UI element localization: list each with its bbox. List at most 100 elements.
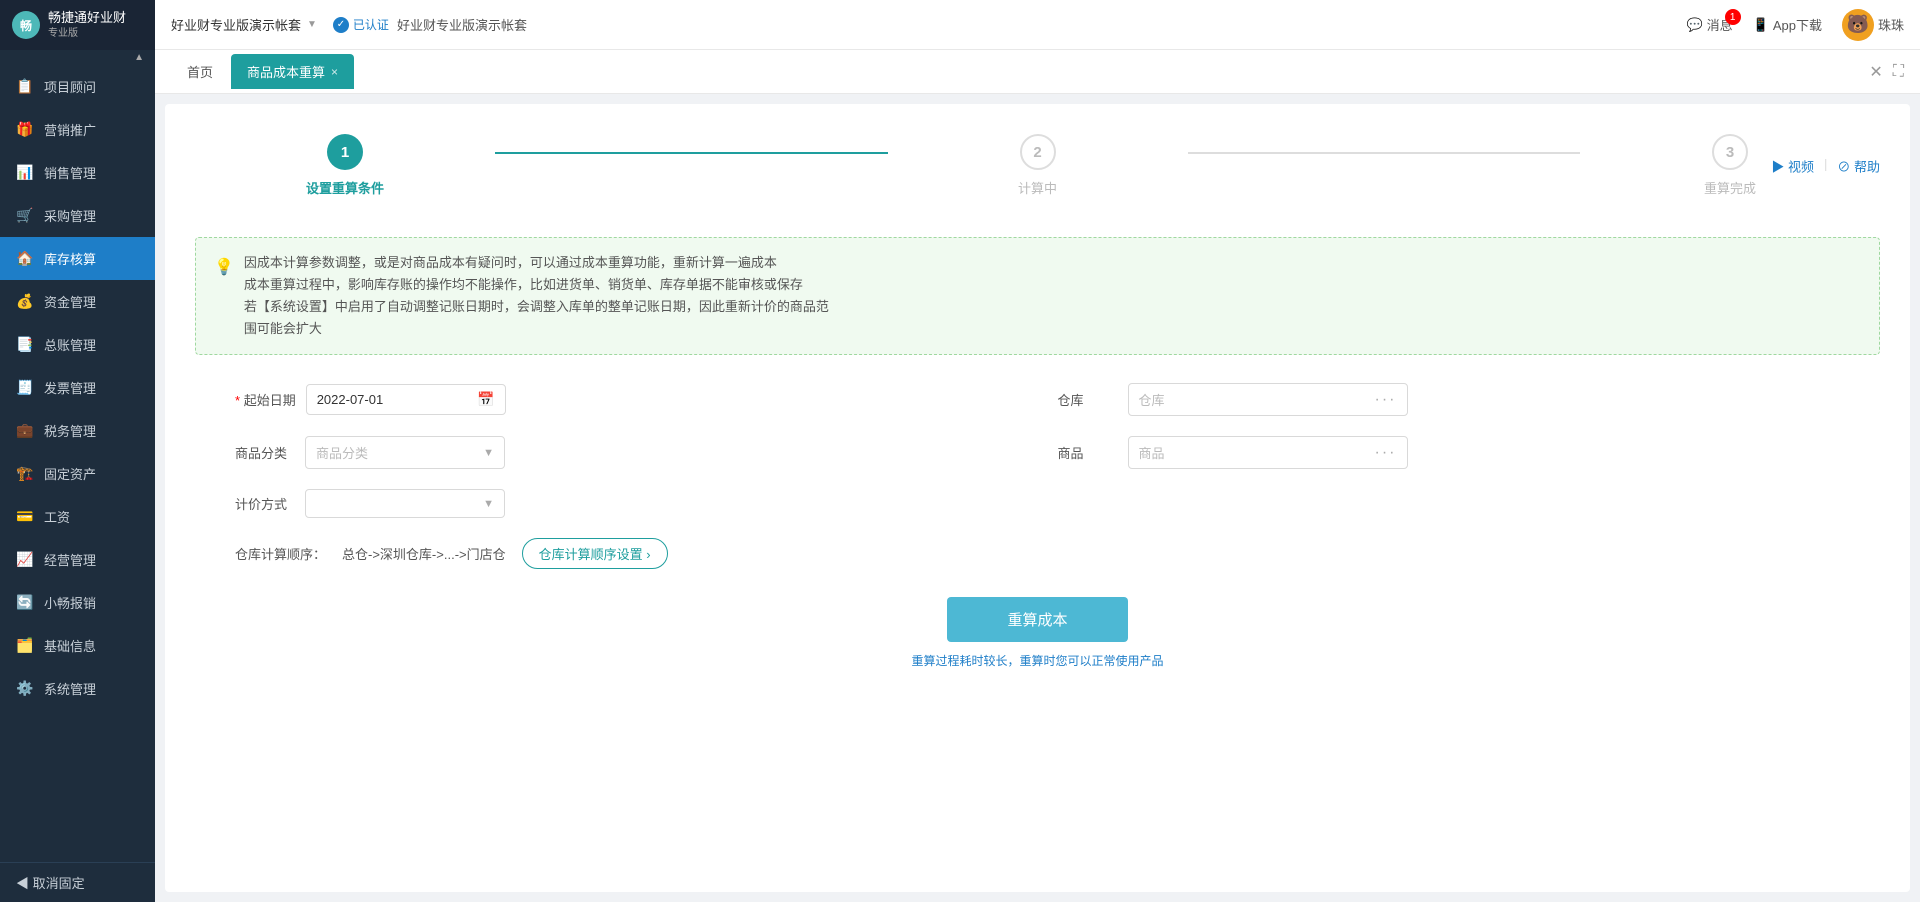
app-title: 畅捷通好业财 专业版 [48,10,126,40]
start-date-field: * 起始日期 2022-07-01 📅 [235,384,1018,415]
step-1-label: 设置重算条件 [306,178,384,197]
tabs-window-controls: ✕ ⛶ [1869,62,1904,82]
phone-icon: 📱 [1753,17,1769,33]
step-2-label: 计算中 [1018,178,1057,197]
marketing-icon: 🎁 [16,121,34,139]
sidebar-item-purchase[interactable]: 🛒 采购管理 [0,194,155,237]
sidebar-scroll-up: ▲ [0,50,155,65]
sidebar-item-invoice[interactable]: 🧾 发票管理 [0,366,155,409]
sidebar-item-marketing[interactable]: 🎁 营销推广 [0,108,155,151]
calendar-icon: 📅 [477,391,494,408]
stepper: 1 设置重算条件 2 计算中 3 重算完成 ▶ 视频 | ⊘ [195,124,1880,207]
sidebar-item-finance[interactable]: 💰 资金管理 [0,280,155,323]
step-3-label: 重算完成 [1704,178,1756,197]
ledger-icon: 📑 [16,336,34,354]
verified-icon: ✓ [333,17,349,33]
invoice-icon: 🧾 [16,379,34,397]
step-1-circle: 1 [327,134,363,170]
product-label: 商品 [1058,443,1118,462]
start-date-label: * 起始日期 [235,390,296,409]
required-marker: * [235,393,240,408]
basicinfo-icon: 🗂️ [16,637,34,655]
main-container: 好业财专业版演示帐套 ▼ ✓ 已认证 好业财专业版演示帐套 💬 消息 1 📱 A… [155,0,1920,902]
inventory-icon: 🏠 [16,250,34,268]
form-row-2: 商品分类 商品分类 ▼ 商品 商品 ··· [235,436,1840,469]
window-expand-button[interactable]: ⛶ [1893,63,1904,81]
warehouse-dots-icon: ··· [1375,391,1397,409]
video-link[interactable]: ▶ 视频 [1771,156,1814,175]
app-download-button[interactable]: 📱 App下载 [1753,15,1822,34]
page-content: 1 设置重算条件 2 计算中 3 重算完成 ▶ 视频 | ⊘ [165,104,1910,892]
calc-order-settings-button[interactable]: 仓库计算顺序设置 › [522,538,668,569]
category-field: 商品分类 商品分类 ▼ [235,436,1018,469]
calc-order-label: 仓库计算顺序： [235,544,326,563]
purchase-icon: 🛒 [16,207,34,225]
info-content: 因成本计算参数调整，或是对商品成本有疑问时，可以通过成本重算功能，重新计算一遍成… [244,252,829,340]
category-chevron: ▼ [483,447,494,459]
pricing-field: 计价方式 ▼ [235,489,1018,518]
form-row-3: 计价方式 ▼ [235,489,1840,518]
sidebar-pin-toggle[interactable]: ◀ 取消固定 [0,862,155,902]
assets-icon: 🏗️ [16,465,34,483]
sidebar-item-assets[interactable]: 🏗️ 固定资产 [0,452,155,495]
account-name: 好业财专业版演示帐套 [397,15,527,34]
tabs-bar: 首页 商品成本重算 × ✕ ⛶ [155,50,1920,94]
window-close-button[interactable]: ✕ [1869,62,1882,82]
tab-recalc[interactable]: 商品成本重算 × [231,54,354,89]
product-field: 商品 商品 ··· [1058,436,1841,469]
sidebar-item-expense[interactable]: 🔄 小畅报销 [0,581,155,624]
help-link[interactable]: ⊘ 帮助 [1837,156,1880,175]
salary-icon: 💳 [16,508,34,526]
sales-icon: 📊 [16,164,34,182]
system-icon: ⚙️ [16,680,34,698]
finance-icon: 💰 [16,293,34,311]
step-line-1 [495,152,888,154]
calc-order-value: 总仓->深圳仓库->...->门店仓 [342,544,506,563]
info-icon: 💡 [214,254,234,340]
sidebar-item-operations[interactable]: 📈 经营管理 [0,538,155,581]
sidebar-item-inventory[interactable]: 🏠 库存核算 [0,237,155,280]
account-selector-chevron: ▼ [307,19,317,30]
tab-home[interactable]: 首页 [171,54,229,89]
category-select[interactable]: 商品分类 ▼ [305,436,505,469]
sidebar: 畅 畅捷通好业财 专业版 ▲ 📋 项目顾问 🎁 营销推广 📊 销售管理 🛒 采购… [0,0,155,902]
topbar: 好业财专业版演示帐套 ▼ ✓ 已认证 好业财专业版演示帐套 💬 消息 1 📱 A… [155,0,1920,50]
sidebar-item-basicinfo[interactable]: 🗂️ 基础信息 [0,624,155,667]
pricing-chevron: ▼ [483,498,494,510]
warehouse-input[interactable]: 仓库 ··· [1128,383,1408,416]
sidebar-item-tax[interactable]: 💼 税务管理 [0,409,155,452]
avatar: 🐻 [1842,9,1874,41]
topbar-actions: 💬 消息 1 📱 App下载 🐻 珠珠 [1686,9,1904,41]
tax-icon: 💼 [16,422,34,440]
product-input[interactable]: 商品 ··· [1128,436,1408,469]
tab-recalc-close[interactable]: × [331,65,338,79]
step-line-2 [1188,152,1581,154]
sidebar-logo: 畅 畅捷通好业财 专业版 [0,0,155,50]
start-date-input[interactable]: 2022-07-01 📅 [306,384,506,415]
sidebar-item-ledger[interactable]: 📑 总账管理 [0,323,155,366]
form-section: * 起始日期 2022-07-01 📅 仓库 仓库 ··· [195,383,1880,569]
sidebar-item-salary[interactable]: 💳 工资 [0,495,155,538]
account-selector[interactable]: 好业财专业版演示帐套 ▼ [171,15,317,34]
form-row-1: * 起始日期 2022-07-01 📅 仓库 仓库 ··· [235,383,1840,416]
operations-icon: 📈 [16,551,34,569]
sidebar-item-system[interactable]: ⚙️ 系统管理 [0,667,155,710]
user-avatar-button[interactable]: 🐻 珠珠 [1842,9,1904,41]
pricing-label: 计价方式 [235,494,295,513]
step-2: 2 计算中 [888,134,1188,197]
pricing-select[interactable]: ▼ [305,489,505,518]
recalc-button[interactable]: 重算成本 [947,597,1127,642]
verified-badge: ✓ 已认证 [333,16,389,33]
message-button[interactable]: 💬 消息 1 [1686,15,1732,34]
app-icon: 畅 [12,11,40,39]
calc-order-row: 仓库计算顺序： 总仓->深圳仓库->...->门店仓 仓库计算顺序设置 › [235,538,1840,569]
step-1: 1 设置重算条件 [195,134,495,197]
submit-area: 重算成本 重算过程耗时较长，重算时您可以正常使用产品 [195,597,1880,669]
sidebar-item-sales[interactable]: 📊 销售管理 [0,151,155,194]
sidebar-item-project[interactable]: 📋 项目顾问 [0,65,155,108]
stepper-help-links: ▶ 视频 | ⊘ 帮助 [1771,156,1880,175]
product-dots-icon: ··· [1375,444,1397,462]
recalc-hint: 重算过程耗时较长，重算时您可以正常使用产品 [911,652,1163,669]
warehouse-field: 仓库 仓库 ··· [1058,383,1841,416]
message-badge: 1 [1725,9,1741,25]
